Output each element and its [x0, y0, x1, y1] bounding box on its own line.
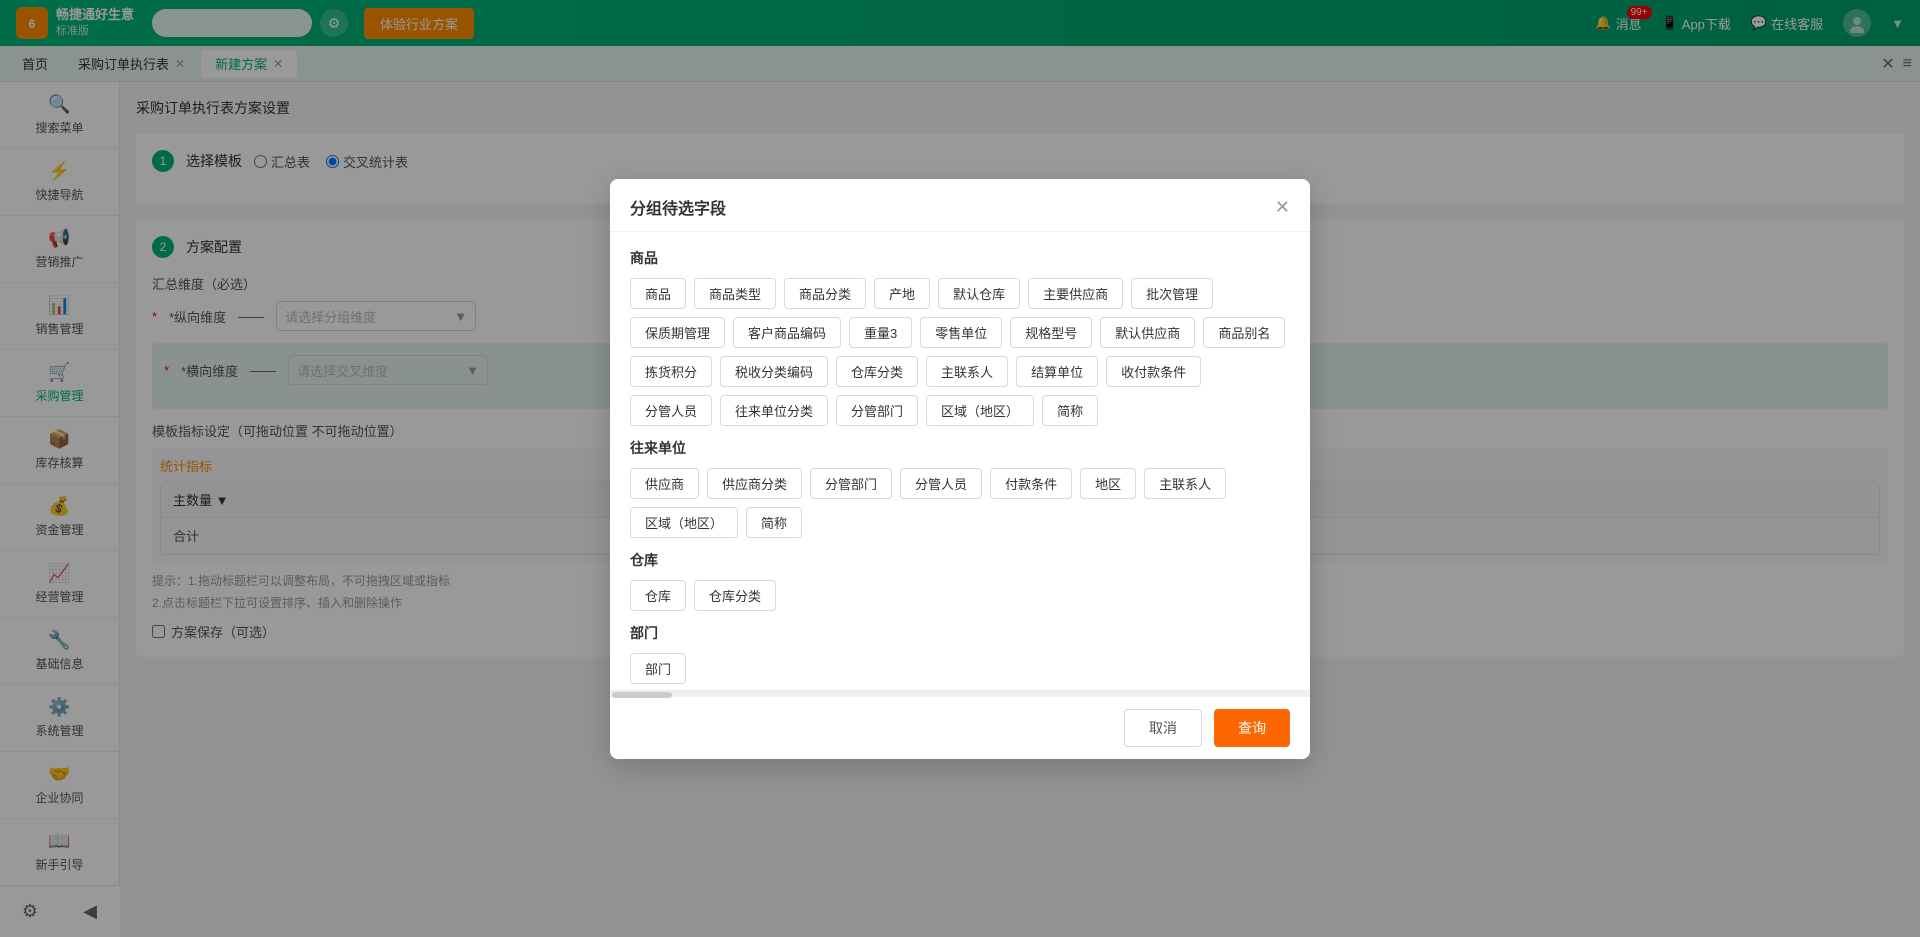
field-tag[interactable]: 分管部门 — [810, 468, 892, 499]
field-tag[interactable]: 主联系人 — [926, 356, 1008, 387]
field-tags-warehouse: 仓库 仓库分类 — [630, 580, 1290, 611]
field-tag[interactable]: 分管人员 — [630, 395, 712, 426]
field-tag[interactable]: 简称 — [1042, 395, 1098, 426]
modal-overlay: 分组待选字段 ✕ 商品 商品 商品类型 商品分类 产地 默认仓库 主要供应商 批… — [0, 0, 1920, 937]
field-tag[interactable]: 规格型号 — [1010, 317, 1092, 348]
field-tag[interactable]: 简称 — [746, 507, 802, 538]
modal-footer: 取消 查询 — [610, 696, 1310, 759]
field-tag[interactable]: 主联系人 — [1144, 468, 1226, 499]
field-tag[interactable]: 重量3 — [849, 317, 912, 348]
field-tag[interactable]: 分管人员 — [900, 468, 982, 499]
field-tags-partner: 供应商 供应商分类 分管部门 分管人员 付款条件 地区 主联系人 区域（地区） … — [630, 468, 1290, 538]
field-tag[interactable]: 地区 — [1080, 468, 1136, 499]
field-tag[interactable]: 商品分类 — [784, 278, 866, 309]
field-tag[interactable]: 默认供应商 — [1100, 317, 1195, 348]
section-title-department: 部门 — [630, 623, 1290, 643]
modal-title: 分组待选字段 — [630, 195, 726, 219]
field-tag[interactable]: 往来单位分类 — [720, 395, 828, 426]
field-tag[interactable]: 收付款条件 — [1106, 356, 1201, 387]
field-tag[interactable]: 仓库 — [630, 580, 686, 611]
field-tags-goods: 商品 商品类型 商品分类 产地 默认仓库 主要供应商 批次管理 保质期管理 客户… — [630, 278, 1290, 426]
field-tag[interactable]: 仓库分类 — [836, 356, 918, 387]
field-tag[interactable]: 分管部门 — [836, 395, 918, 426]
field-tag[interactable]: 结算单位 — [1016, 356, 1098, 387]
field-tag[interactable]: 拣货积分 — [630, 356, 712, 387]
field-tag[interactable]: 批次管理 — [1131, 278, 1213, 309]
field-tag[interactable]: 供应商分类 — [707, 468, 802, 499]
field-tag[interactable]: 区域（地区） — [630, 507, 738, 538]
modal-header: 分组待选字段 ✕ — [610, 179, 1310, 232]
field-tag[interactable]: 仓库分类 — [694, 580, 776, 611]
field-tag[interactable]: 零售单位 — [920, 317, 1002, 348]
field-tag[interactable]: 税收分类编码 — [720, 356, 828, 387]
field-tag[interactable]: 商品 — [630, 278, 686, 309]
cancel-button[interactable]: 取消 — [1124, 709, 1202, 747]
section-title-partner: 往来单位 — [630, 438, 1290, 458]
field-selection-modal: 分组待选字段 ✕ 商品 商品 商品类型 商品分类 产地 默认仓库 主要供应商 批… — [610, 179, 1310, 759]
field-tag[interactable]: 付款条件 — [990, 468, 1072, 499]
field-tag[interactable]: 供应商 — [630, 468, 699, 499]
section-title-goods: 商品 — [630, 248, 1290, 268]
field-tags-department: 部门 — [630, 653, 1290, 684]
modal-body: 商品 商品 商品类型 商品分类 产地 默认仓库 主要供应商 批次管理 保质期管理… — [610, 232, 1310, 690]
field-tag[interactable]: 客户商品编码 — [733, 317, 841, 348]
field-tag[interactable]: 商品别名 — [1203, 317, 1285, 348]
field-tag[interactable]: 保质期管理 — [630, 317, 725, 348]
confirm-button[interactable]: 查询 — [1214, 709, 1290, 747]
modal-close-button[interactable]: ✕ — [1275, 198, 1290, 216]
field-tag[interactable]: 部门 — [630, 653, 686, 684]
section-title-warehouse: 仓库 — [630, 550, 1290, 570]
hscroll-thumb — [612, 692, 672, 698]
field-tag[interactable]: 商品类型 — [694, 278, 776, 309]
modal-hscroll[interactable] — [610, 690, 1310, 696]
field-tag[interactable]: 主要供应商 — [1028, 278, 1123, 309]
field-tag[interactable]: 区域（地区） — [926, 395, 1034, 426]
field-tag[interactable]: 产地 — [874, 278, 930, 309]
field-tag[interactable]: 默认仓库 — [938, 278, 1020, 309]
